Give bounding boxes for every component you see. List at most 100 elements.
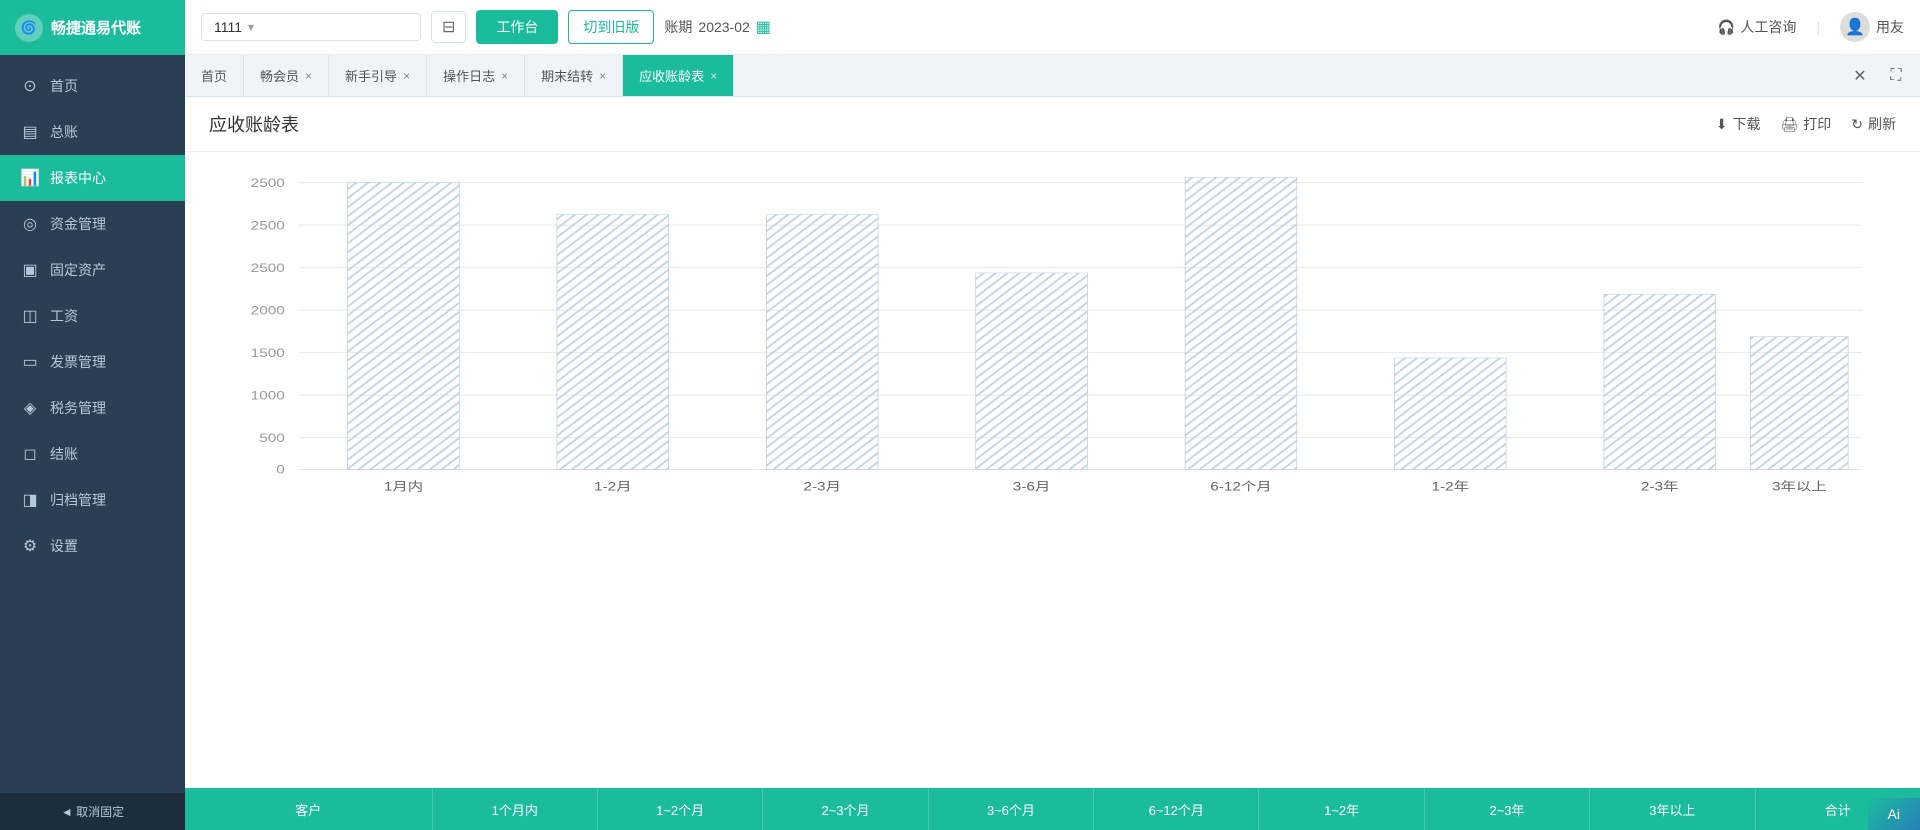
tab-yearend[interactable]: 期末结转 × xyxy=(525,55,623,96)
company-selector[interactable]: 1111 ▾ xyxy=(201,13,421,41)
chart-area: 2500 2500 2500 2000 1500 1000 500 0 xyxy=(185,152,1920,788)
page-actions: ⬇ 下载 🖨 打印 ↻ 刷新 xyxy=(1716,114,1896,134)
th-3年以上: 3年以上 xyxy=(1590,788,1755,830)
svg-text:1月内: 1月内 xyxy=(384,480,423,493)
tab-label-aging: 应收账龄表 xyxy=(639,66,704,85)
tab-home[interactable]: 首页 xyxy=(185,55,244,96)
download-button[interactable]: ⬇ 下载 xyxy=(1716,114,1761,134)
nav-icon-invoice: ▭ xyxy=(20,352,40,372)
divider: | xyxy=(1816,19,1820,35)
sidebar-item-archive[interactable]: ◨ 归档管理 xyxy=(0,477,185,523)
svg-text:6-12个月: 6-12个月 xyxy=(1210,480,1271,493)
copy-button[interactable]: ⊟ xyxy=(431,11,466,43)
page-title: 应收账龄表 xyxy=(209,111,299,137)
service-label: 人工咨询 xyxy=(1740,17,1796,37)
nav-icon-settings: ⚙ xyxy=(20,536,40,556)
nav-icon-tax: ◈ xyxy=(20,398,40,418)
user-menu[interactable]: 👤 用友 xyxy=(1840,12,1904,42)
print-button[interactable]: 🖨 打印 xyxy=(1780,114,1831,134)
tab-close-oplog[interactable]: × xyxy=(501,69,508,83)
sidebar-item-invoice[interactable]: ▭ 发票管理 xyxy=(0,339,185,385)
download-icon: ⬇ xyxy=(1716,116,1728,133)
sidebar-item-salary[interactable]: ◫ 工资 xyxy=(0,293,185,339)
tabs-right-actions: ✕ ⛶ xyxy=(1836,62,1920,90)
period-value: 2023-02 xyxy=(698,19,749,35)
sidebar-label-settings: 设置 xyxy=(50,536,78,556)
tab-member[interactable]: 畅会员 × xyxy=(244,55,329,96)
ai-label: Ai xyxy=(1888,806,1900,822)
tabs-bar: 首页畅会员×新手引导×操作日志×期末结转×应收账龄表× ✕ ⛶ xyxy=(185,55,1920,97)
sidebar-item-funds[interactable]: ◎ 资金管理 xyxy=(0,201,185,247)
th-客户: 客户 xyxy=(185,788,433,830)
tab-label-member: 畅会员 xyxy=(260,66,299,85)
headphone-icon: 🎧 xyxy=(1718,19,1735,36)
tab-guide[interactable]: 新手引导× xyxy=(329,55,427,96)
print-icon: 🖨 xyxy=(1780,116,1798,133)
th-1~2年: 1~2年 xyxy=(1259,788,1424,830)
svg-text:0: 0 xyxy=(276,463,285,476)
tab-oplog[interactable]: 操作日志 × xyxy=(427,55,525,96)
cancel-fixed-label: ◄ 取消固定 xyxy=(61,803,124,820)
nav-icon-assets: ▣ xyxy=(20,260,40,280)
logo-icon: 🌀 xyxy=(15,14,43,42)
sidebar-label-funds: 资金管理 xyxy=(50,214,106,234)
svg-text:500: 500 xyxy=(259,432,285,445)
tab-label-yearend: 期末结转 xyxy=(541,66,593,85)
chevron-down-icon: ▾ xyxy=(248,20,254,34)
app-logo: 🌀 畅捷通易代账 xyxy=(0,0,185,55)
tab-label-oplog: 操作日志 xyxy=(443,66,495,85)
sidebar-item-home[interactable]: ⊙ 首页 xyxy=(0,63,185,109)
svg-text:3-6月: 3-6月 xyxy=(1013,480,1051,493)
logo-text: 畅捷通易代账 xyxy=(51,17,141,38)
tab-close-aging[interactable]: × xyxy=(710,69,717,83)
th-6~12个月: 6~12个月 xyxy=(1094,788,1259,830)
sidebar-item-ledger[interactable]: ▤ 总账 xyxy=(0,109,185,155)
th-1~2个月: 1~2个月 xyxy=(598,788,763,830)
tab-aging[interactable]: 应收账龄表 × xyxy=(623,55,734,96)
tab-close-member[interactable]: × xyxy=(305,69,312,83)
nav-icon-funds: ◎ xyxy=(20,214,40,234)
tab-close-yearend[interactable]: × xyxy=(599,69,606,83)
period-area: 账期 2023-02 ▦ xyxy=(664,17,771,37)
sidebar-item-reports[interactable]: 📊 报表中心 xyxy=(0,155,185,201)
maximize-button[interactable]: ⛶ xyxy=(1882,62,1910,90)
top-header: 1111 ▾ ⊟ 工作台 切到旧版 账期 2023-02 ▦ 🎧 人工咨询 | … xyxy=(185,0,1920,55)
svg-text:2-3年: 2-3年 xyxy=(1641,480,1679,493)
nav-icon-checkout: ◻ xyxy=(20,444,40,464)
switch-button[interactable]: 切到旧版 xyxy=(568,10,654,44)
workbench-button[interactable]: 工作台 xyxy=(476,10,558,44)
close-tab-button[interactable]: ✕ xyxy=(1846,62,1874,90)
tab-close-guide[interactable]: × xyxy=(403,69,410,83)
sidebar-item-checkout[interactable]: ◻ 结账 xyxy=(0,431,185,477)
nav-icon-home: ⊙ xyxy=(20,76,40,96)
service-button[interactable]: 🎧 人工咨询 xyxy=(1718,17,1796,37)
sidebar-cancel-fixed[interactable]: ◄ 取消固定 xyxy=(0,793,185,830)
ai-badge[interactable]: Ai xyxy=(1868,798,1920,830)
sidebar: 🌀 畅捷通易代账 ⊙ 首页▤ 总账📊 报表中心◎ 资金管理▣ 固定资产◫ 工资▭… xyxy=(0,0,185,830)
th-1个月内: 1个月内 xyxy=(433,788,598,830)
svg-text:1-2年: 1-2年 xyxy=(1432,480,1470,493)
sidebar-item-assets[interactable]: ▣ 固定资产 xyxy=(0,247,185,293)
svg-text:2500: 2500 xyxy=(251,219,286,232)
sidebar-item-tax[interactable]: ◈ 税务管理 xyxy=(0,385,185,431)
sidebar-label-invoice: 发票管理 xyxy=(50,352,106,372)
svg-text:3年以上: 3年以上 xyxy=(1772,480,1827,493)
page-content: 应收账龄表 ⬇ 下载 🖨 打印 ↻ 刷新 xyxy=(185,97,1920,830)
sidebar-label-tax: 税务管理 xyxy=(50,398,106,418)
user-label: 用友 xyxy=(1876,17,1904,37)
th-3~6个月: 3~6个月 xyxy=(929,788,1094,830)
sidebar-label-archive: 归档管理 xyxy=(50,490,106,510)
sidebar-label-checkout: 结账 xyxy=(50,444,78,464)
refresh-button[interactable]: ↻ 刷新 xyxy=(1851,114,1896,134)
refresh-label: 刷新 xyxy=(1868,114,1896,134)
nav-icon-reports: 📊 xyxy=(20,168,40,188)
calendar-icon[interactable]: ▦ xyxy=(756,17,771,37)
table-header: 客户1个月内1~2个月2~3个月3~6个月6~12个月1~2年2~3年3年以上合… xyxy=(185,788,1920,830)
main-area: 1111 ▾ ⊟ 工作台 切到旧版 账期 2023-02 ▦ 🎧 人工咨询 | … xyxy=(185,0,1920,830)
sidebar-nav: ⊙ 首页▤ 总账📊 报表中心◎ 资金管理▣ 固定资产◫ 工资▭ 发票管理◈ 税务… xyxy=(0,55,185,793)
svg-text:2500: 2500 xyxy=(251,262,286,275)
svg-text:2000: 2000 xyxy=(251,304,286,317)
sidebar-label-salary: 工资 xyxy=(50,306,78,326)
avatar: 👤 xyxy=(1840,12,1870,42)
sidebar-item-settings[interactable]: ⚙ 设置 xyxy=(0,523,185,569)
